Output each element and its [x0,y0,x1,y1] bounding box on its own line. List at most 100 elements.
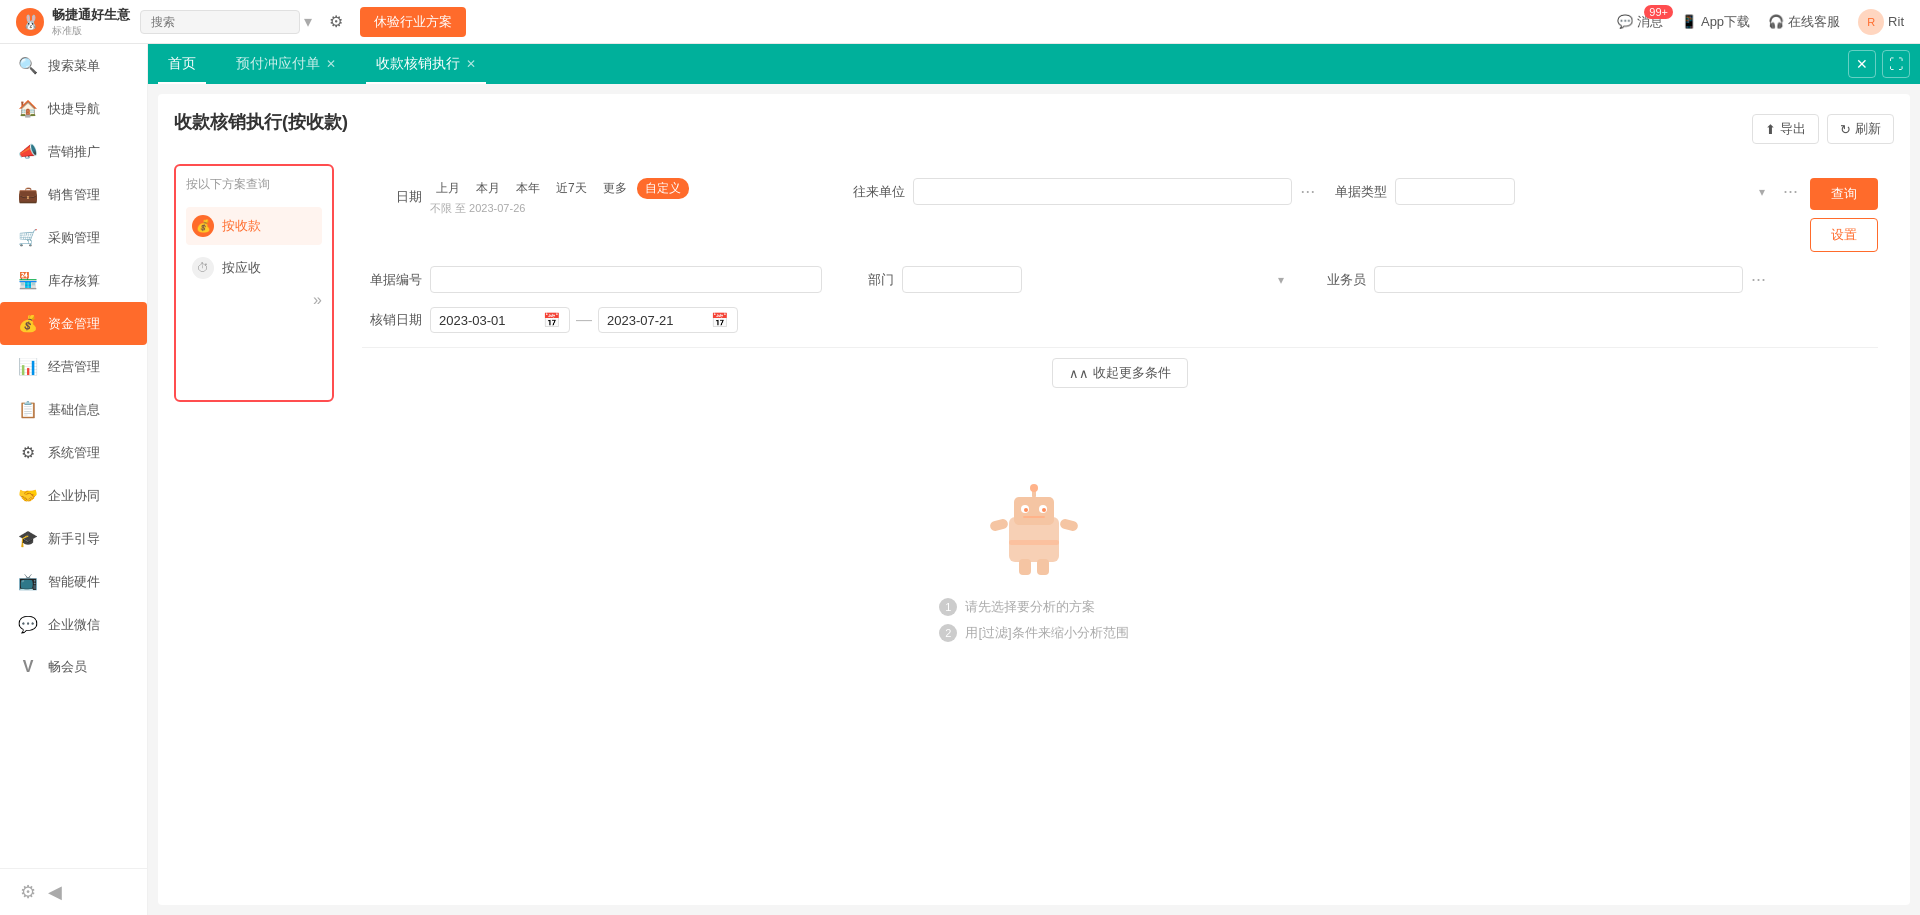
step-1-text: 请先选择要分析的方案 [965,598,1095,616]
sidebar-item-enterprise-collab[interactable]: 🤝 企业协同 [0,474,147,517]
newbie-icon: 🎓 [18,529,38,548]
phone-icon: 📱 [1681,14,1697,29]
date-shortcut-7days[interactable]: 近7天 [550,178,593,199]
query-button[interactable]: 查询 [1810,178,1878,210]
app-download-button[interactable]: 📱 App下载 [1681,13,1750,31]
tab-close-button[interactable]: ✕ [1848,50,1876,78]
svg-point-5 [1042,508,1046,512]
writeoff-date-end-wrap: 📅 [598,307,738,333]
writeoff-date-start-input[interactable] [439,313,539,328]
filter-row-1: 日期 上月 本月 本年 近7天 更多 自定义 不限 至 2023-07-26 [362,178,1878,252]
filter-area: 按以下方案查询 💰 按收款 ⏱ 按应收 » 日期 [174,164,1894,402]
sidebar-label: 基础信息 [48,401,100,419]
sidebar-item-enterprise-wechat[interactable]: 💬 企业微信 [0,603,147,646]
svg-rect-10 [1019,559,1031,575]
settings-bottom-icon[interactable]: ⚙ [18,881,38,903]
top-bar-search-area: ▾ [140,10,312,34]
date-shortcut-last-month[interactable]: 上月 [430,178,466,199]
home-icon: 🏠 [18,99,38,118]
date-shortcut-custom[interactable]: 自定义 [637,178,689,199]
sidebar-item-quick-nav[interactable]: 🏠 快捷导航 [0,87,147,130]
filter-row-3: 核销日期 📅 — 📅 [362,307,1878,333]
tab-close-pre-payment-icon[interactable]: ✕ [326,57,336,71]
sidebar-item-vip[interactable]: V 畅会员 [0,646,147,688]
receipt-option-icon: 💰 [192,215,214,237]
settings-button[interactable]: 设置 [1810,218,1878,252]
empty-steps: 1 请先选择要分析的方案 2 用[过滤]条件来缩小分析范围 [939,598,1128,642]
collapse-sidebar-button[interactable]: ◀ [48,881,62,903]
page-title: 收款核销执行(按收款) [174,110,348,134]
system-icon: ⚙ [18,443,38,462]
step-num-1: 1 [939,598,957,616]
refresh-button[interactable]: ↻ 刷新 [1827,114,1894,144]
query-buttons: 查询 设置 [1810,178,1878,252]
date-label: 日期 [362,188,422,206]
svg-rect-9 [1059,518,1079,532]
sidebar-label: 采购管理 [48,229,100,247]
tab-bar-right-buttons: ✕ ⛶ [1838,50,1920,78]
writeoff-date-end-input[interactable] [607,313,707,328]
industry-button[interactable]: 休验行业方案 [360,7,466,37]
voucher-type-ellipsis-icon[interactable]: ··· [1783,181,1798,202]
tab-fullscreen-button[interactable]: ⛶ [1882,50,1910,78]
refresh-label: 刷新 [1855,120,1881,138]
sidebar-item-basic-info[interactable]: 📋 基础信息 [0,388,147,431]
sidebar-item-marketing[interactable]: 📣 营销推广 [0,130,147,173]
online-service-button[interactable]: 🎧 在线客服 [1768,13,1840,31]
chevron-down-icon[interactable]: ▾ [304,12,312,31]
counterpart-ellipsis-icon[interactable]: ··· [1300,181,1315,202]
tab-close-receipt-icon[interactable]: ✕ [466,57,476,71]
sidebar-label: 库存核算 [48,272,100,290]
filter-option-by-receipt[interactable]: 💰 按收款 [186,207,322,245]
logo-icon: 🐰 [16,8,44,36]
svg-rect-12 [1009,540,1059,545]
search-input[interactable] [140,10,300,34]
message-button[interactable]: 💬 消息 99+ [1617,13,1663,31]
date-shortcut-this-month[interactable]: 本月 [470,178,506,199]
tab-home-label: 首页 [168,55,196,73]
sidebar-item-system[interactable]: ⚙ 系统管理 [0,431,147,474]
filter-sidebar-collapse-icon[interactable]: » [186,291,322,309]
voucher-type-select[interactable] [1395,178,1515,205]
page-header: 收款核销执行(按收款) ⬆ 导出 ↻ 刷新 [174,110,1894,148]
chevron-up-icon: ∧∧ [1069,366,1089,381]
tab-receipt-writeoff-label: 收款核销执行 [376,55,460,73]
dept-select[interactable] [902,266,1022,293]
receivable-option-label: 按应收 [222,259,261,277]
sidebar-label: 销售管理 [48,186,100,204]
sidebar-item-sales[interactable]: 💼 销售管理 [0,173,147,216]
sidebar-item-newbie[interactable]: 🎓 新手引导 [0,517,147,560]
export-button[interactable]: ⬆ 导出 [1752,114,1819,144]
sidebar-item-purchase[interactable]: 🛒 采购管理 [0,216,147,259]
calendar-start-icon[interactable]: 📅 [543,312,560,328]
gear-button[interactable]: ⚙ [322,8,350,36]
tab-home[interactable]: 首页 [148,44,216,84]
tab-pre-payment[interactable]: 预付冲应付单 ✕ [216,44,356,84]
tab-receipt-writeoff[interactable]: 收款核销执行 ✕ [356,44,496,84]
date-shortcut-more[interactable]: 更多 [597,178,633,199]
staff-group: 业务员 ··· [1306,266,1766,293]
tab-bar: 首页 预付冲应付单 ✕ 收款核销执行 ✕ ✕ ⛶ [148,44,1920,84]
sidebar-item-inventory[interactable]: 🏪 库存核算 [0,259,147,302]
filter-option-by-receivable[interactable]: ⏱ 按应收 [186,249,322,287]
sidebar-item-operation[interactable]: 📊 经营管理 [0,345,147,388]
voucher-no-input[interactable] [430,266,822,293]
sidebar-item-smart-hardware[interactable]: 📺 智能硬件 [0,560,147,603]
operation-icon: 📊 [18,357,38,376]
empty-state: 1 请先选择要分析的方案 2 用[过滤]条件来缩小分析范围 [174,482,1894,642]
logo-text-area: 畅捷通好生意 标准版 [52,6,130,38]
top-bar-left: 🐰 畅捷通好生意 标准版 ▾ ⚙ 休验行业方案 [16,6,466,38]
sidebar-item-search-menu[interactable]: 🔍 搜索菜单 [0,44,147,87]
calendar-end-icon[interactable]: 📅 [711,312,728,328]
user-info[interactable]: R Rit [1858,9,1904,35]
staff-input[interactable] [1374,266,1743,293]
tab-pre-payment-label: 预付冲应付单 [236,55,320,73]
sidebar-label: 快捷导航 [48,100,100,118]
counterpart-input[interactable] [913,178,1293,205]
online-service-label: 在线客服 [1788,13,1840,31]
more-conditions-button[interactable]: ∧∧ 收起更多条件 [1052,358,1188,388]
date-shortcut-this-year[interactable]: 本年 [510,178,546,199]
logo-sub: 标准版 [52,24,130,38]
sidebar-item-capital[interactable]: 💰 资金管理 [0,302,147,345]
staff-ellipsis-icon[interactable]: ··· [1751,269,1766,290]
